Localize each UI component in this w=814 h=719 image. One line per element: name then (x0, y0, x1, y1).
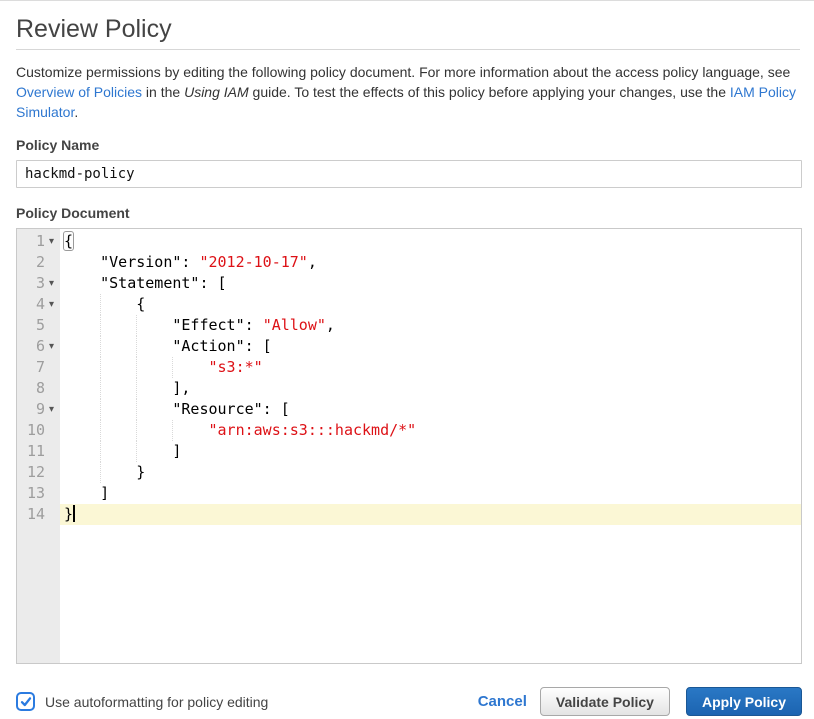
code-line-7[interactable]: "s3:*" (60, 357, 801, 378)
gutter-line-11: 11 (17, 441, 60, 462)
editor-gutter: 1▾23▾4▾56▾789▾1011121314 (17, 229, 60, 663)
gutter-line-7: 7 (17, 357, 60, 378)
gutter-line-1[interactable]: 1▾ (17, 231, 60, 252)
check-icon (20, 696, 32, 708)
policy-document-editor[interactable]: 1▾23▾4▾56▾789▾1011121314 { "Version": "2… (16, 228, 802, 664)
gutter-line-8: 8 (17, 378, 60, 399)
intro-guide-name: Using IAM (184, 84, 249, 100)
indent-guide (100, 378, 101, 399)
intro-text: Customize permissions by editing the fol… (16, 62, 798, 122)
apply-policy-button[interactable]: Apply Policy (686, 687, 802, 716)
intro-part1: Customize permissions by editing the fol… (16, 64, 790, 80)
indent-guide (100, 420, 101, 441)
review-policy-page: Review Policy Customize permissions by e… (0, 14, 814, 716)
gutter-line-2: 2 (17, 252, 60, 273)
fold-arrow-icon[interactable]: ▾ (45, 231, 58, 252)
intro-part2: in the (142, 84, 184, 100)
indent-guide (100, 441, 101, 462)
autoformat-label: Use autoformatting for policy editing (45, 694, 268, 710)
footer-actions: Cancel Validate Policy Apply Policy (478, 687, 802, 716)
policy-document-label: Policy Document (16, 205, 800, 221)
gutter-line-14: 14 (17, 504, 60, 525)
indent-guide (136, 315, 137, 336)
gutter-line-3[interactable]: 3▾ (17, 273, 60, 294)
autoformat-option[interactable]: Use autoformatting for policy editing (16, 692, 268, 711)
code-line-8[interactable]: ], (60, 378, 801, 399)
gutter-line-12: 12 (17, 462, 60, 483)
gutter-line-5: 5 (17, 315, 60, 336)
indent-guide (136, 399, 137, 420)
intro-part3: guide. To test the effects of this polic… (249, 84, 730, 100)
indent-guide (136, 441, 137, 462)
policy-name-label: Policy Name (16, 137, 800, 153)
indent-guide (100, 357, 101, 378)
code-line-5[interactable]: "Effect": "Allow", (60, 315, 801, 336)
fold-arrow-icon[interactable]: ▾ (45, 294, 58, 315)
code-line-11[interactable]: ] (60, 441, 801, 462)
cancel-link[interactable]: Cancel (478, 693, 527, 710)
page-title: Review Policy (16, 14, 800, 44)
gutter-line-4[interactable]: 4▾ (17, 294, 60, 315)
policy-name-input[interactable] (16, 160, 802, 188)
validate-policy-button[interactable]: Validate Policy (540, 687, 670, 716)
autoformat-checkbox[interactable] (16, 692, 35, 711)
indent-guide (100, 336, 101, 357)
indent-guide (136, 420, 137, 441)
indent-guide (100, 462, 101, 483)
indent-guide (136, 378, 137, 399)
code-line-9[interactable]: "Resource": [ (60, 399, 801, 420)
fold-arrow-icon[interactable]: ▾ (45, 336, 58, 357)
indent-guide (100, 399, 101, 420)
text-cursor (73, 505, 75, 522)
gutter-line-10: 10 (17, 420, 60, 441)
footer-bar: Use autoformatting for policy editing Ca… (16, 687, 802, 716)
fold-arrow-icon[interactable]: ▾ (45, 273, 58, 294)
code-line-1[interactable]: { (60, 231, 801, 252)
gutter-line-9[interactable]: 9▾ (17, 399, 60, 420)
intro-part4: . (74, 104, 78, 120)
editor-code[interactable]: { "Version": "2012-10-17", "Statement": … (60, 229, 801, 663)
code-line-2[interactable]: "Version": "2012-10-17", (60, 252, 801, 273)
code-line-10[interactable]: "arn:aws:s3:::hackmd/*" (60, 420, 801, 441)
indent-guide (172, 357, 173, 378)
title-divider (16, 49, 800, 50)
code-line-13[interactable]: ] (60, 483, 801, 504)
indent-guide (100, 315, 101, 336)
indent-guide (100, 294, 101, 315)
code-line-4[interactable]: { (60, 294, 801, 315)
code-line-12[interactable]: } (60, 462, 801, 483)
code-line-14[interactable]: } (60, 504, 801, 525)
fold-arrow-icon[interactable]: ▾ (45, 399, 58, 420)
code-line-3[interactable]: "Statement": [ (60, 273, 801, 294)
indent-guide (136, 336, 137, 357)
gutter-line-13: 13 (17, 483, 60, 504)
indent-guide (136, 357, 137, 378)
code-line-6[interactable]: "Action": [ (60, 336, 801, 357)
gutter-line-6[interactable]: 6▾ (17, 336, 60, 357)
indent-guide (172, 420, 173, 441)
overview-of-policies-link[interactable]: Overview of Policies (16, 84, 142, 100)
